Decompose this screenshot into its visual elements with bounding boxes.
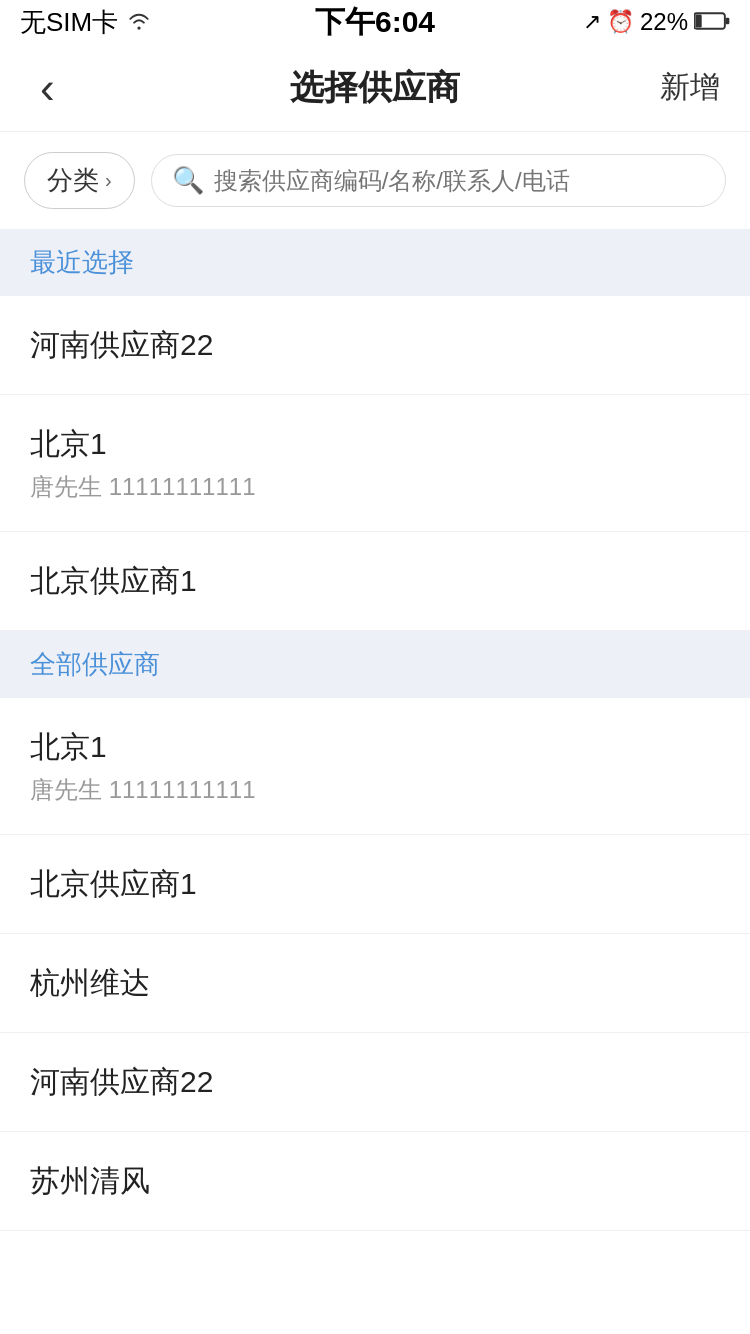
battery-text: 22% [640,8,688,36]
battery-icon [694,8,730,36]
list-item[interactable]: 河南供应商22 [0,296,750,395]
category-label: 分类 [47,163,99,198]
back-button[interactable]: ‹ [30,53,65,123]
list-item[interactable]: 北京1 唐先生 11111111111 [0,698,750,835]
chevron-right-icon: › [105,169,112,192]
item-name: 苏州清风 [30,1160,720,1202]
recent-list: 河南供应商22 北京1 唐先生 11111111111 北京供应商1 [0,296,750,631]
recent-section-label: 最近选择 [30,247,134,277]
item-name: 北京1 [30,726,720,768]
search-box: 🔍 [151,154,726,207]
all-list: 北京1 唐先生 11111111111 北京供应商1 杭州维达 河南供应商22 苏… [0,698,750,1231]
item-sub: 唐先生 11111111111 [30,471,720,503]
nav-bar: ‹ 选择供应商 新增 [0,44,750,132]
category-button[interactable]: 分类 › [24,152,135,209]
svg-rect-2 [726,18,730,24]
item-sub: 唐先生 11111111111 [30,774,720,806]
item-name: 北京1 [30,423,720,465]
search-input[interactable] [214,167,705,195]
recent-section-header: 最近选择 [0,229,750,296]
all-section-header: 全部供应商 [0,631,750,698]
item-name: 河南供应商22 [30,324,720,366]
status-time: 下午6:04 [315,2,435,43]
search-icon: 🔍 [172,165,204,196]
page-title: 选择供应商 [290,65,460,111]
status-left: 无SIM卡 [20,5,152,40]
wifi-icon [126,7,152,38]
list-item[interactable]: 苏州清风 [0,1132,750,1231]
list-item[interactable]: 北京供应商1 [0,532,750,631]
all-section-label: 全部供应商 [30,649,160,679]
alarm-icon: ⏰ [607,9,634,35]
status-right: ↗ ⏰ 22% [583,8,730,36]
item-name: 河南供应商22 [30,1061,720,1103]
item-name: 北京供应商1 [30,863,720,905]
location-icon: ↗ [583,9,601,35]
list-item[interactable]: 河南供应商22 [0,1033,750,1132]
item-name: 北京供应商1 [30,560,720,602]
list-item[interactable]: 杭州维达 [0,934,750,1033]
carrier-text: 无SIM卡 [20,5,118,40]
status-bar: 无SIM卡 下午6:04 ↗ ⏰ 22% [0,0,750,44]
filter-bar: 分类 › 🔍 [0,132,750,229]
add-button[interactable]: 新增 [660,67,720,108]
list-item[interactable]: 北京供应商1 [0,835,750,934]
list-item[interactable]: 北京1 唐先生 11111111111 [0,395,750,532]
svg-rect-1 [695,15,701,28]
item-name: 杭州维达 [30,962,720,1004]
